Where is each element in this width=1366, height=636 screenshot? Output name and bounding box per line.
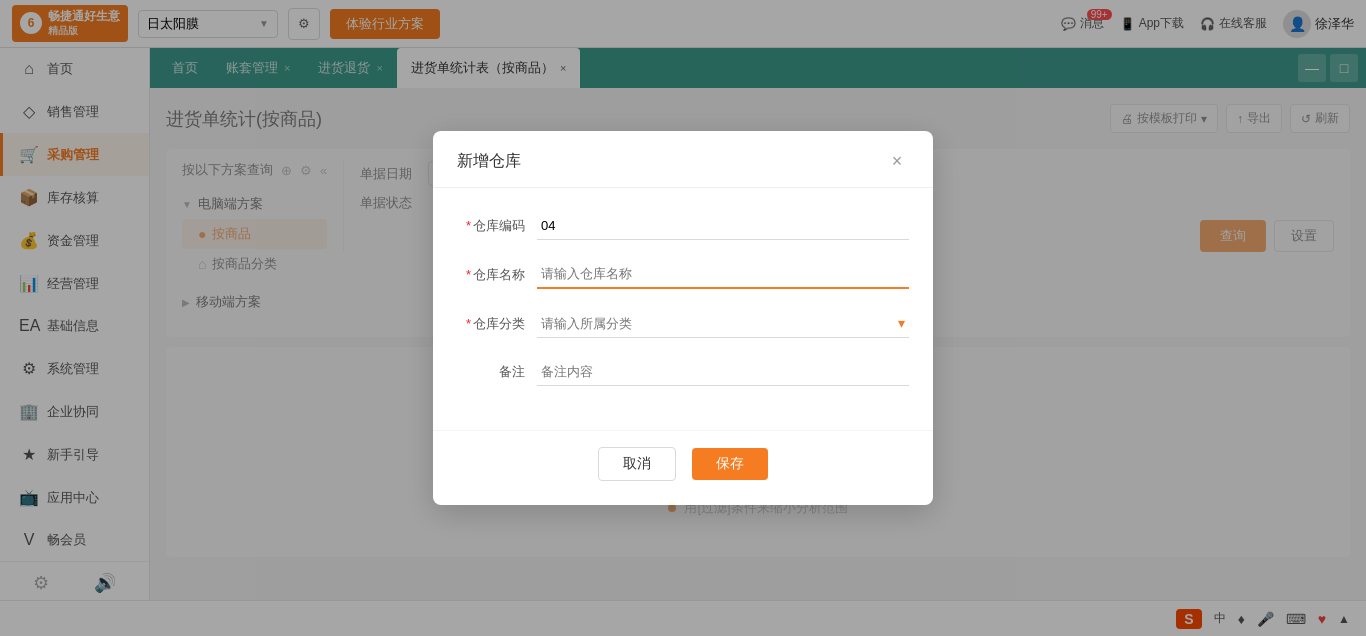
new-warehouse-modal: 新增仓库 × 仓库编码 仓库名称 仓库分类 ▾ <box>433 131 933 505</box>
category-row: 仓库分类 ▾ <box>457 309 909 338</box>
code-label: 仓库编码 <box>457 217 537 235</box>
remark-input[interactable] <box>537 358 909 386</box>
code-input[interactable] <box>537 212 909 240</box>
modal-header: 新增仓库 × <box>433 131 933 188</box>
remark-label: 备注 <box>457 363 537 381</box>
category-input[interactable] <box>541 316 898 331</box>
remark-row: 备注 <box>457 358 909 386</box>
name-input[interactable] <box>537 260 909 289</box>
modal-footer: 取消 保存 <box>433 430 933 505</box>
select-arrow-icon: ▾ <box>898 315 905 331</box>
cancel-button[interactable]: 取消 <box>598 447 676 481</box>
modal-overlay: 新增仓库 × 仓库编码 仓库名称 仓库分类 ▾ <box>0 0 1366 636</box>
name-label: 仓库名称 <box>457 266 537 284</box>
category-label: 仓库分类 <box>457 315 537 333</box>
name-row: 仓库名称 <box>457 260 909 289</box>
category-select[interactable]: ▾ <box>537 309 909 338</box>
code-row: 仓库编码 <box>457 212 909 240</box>
save-button[interactable]: 保存 <box>692 448 768 480</box>
modal-title: 新增仓库 <box>457 151 521 172</box>
modal-close-button[interactable]: × <box>885 149 909 173</box>
modal-body: 仓库编码 仓库名称 仓库分类 ▾ 备注 <box>433 188 933 430</box>
